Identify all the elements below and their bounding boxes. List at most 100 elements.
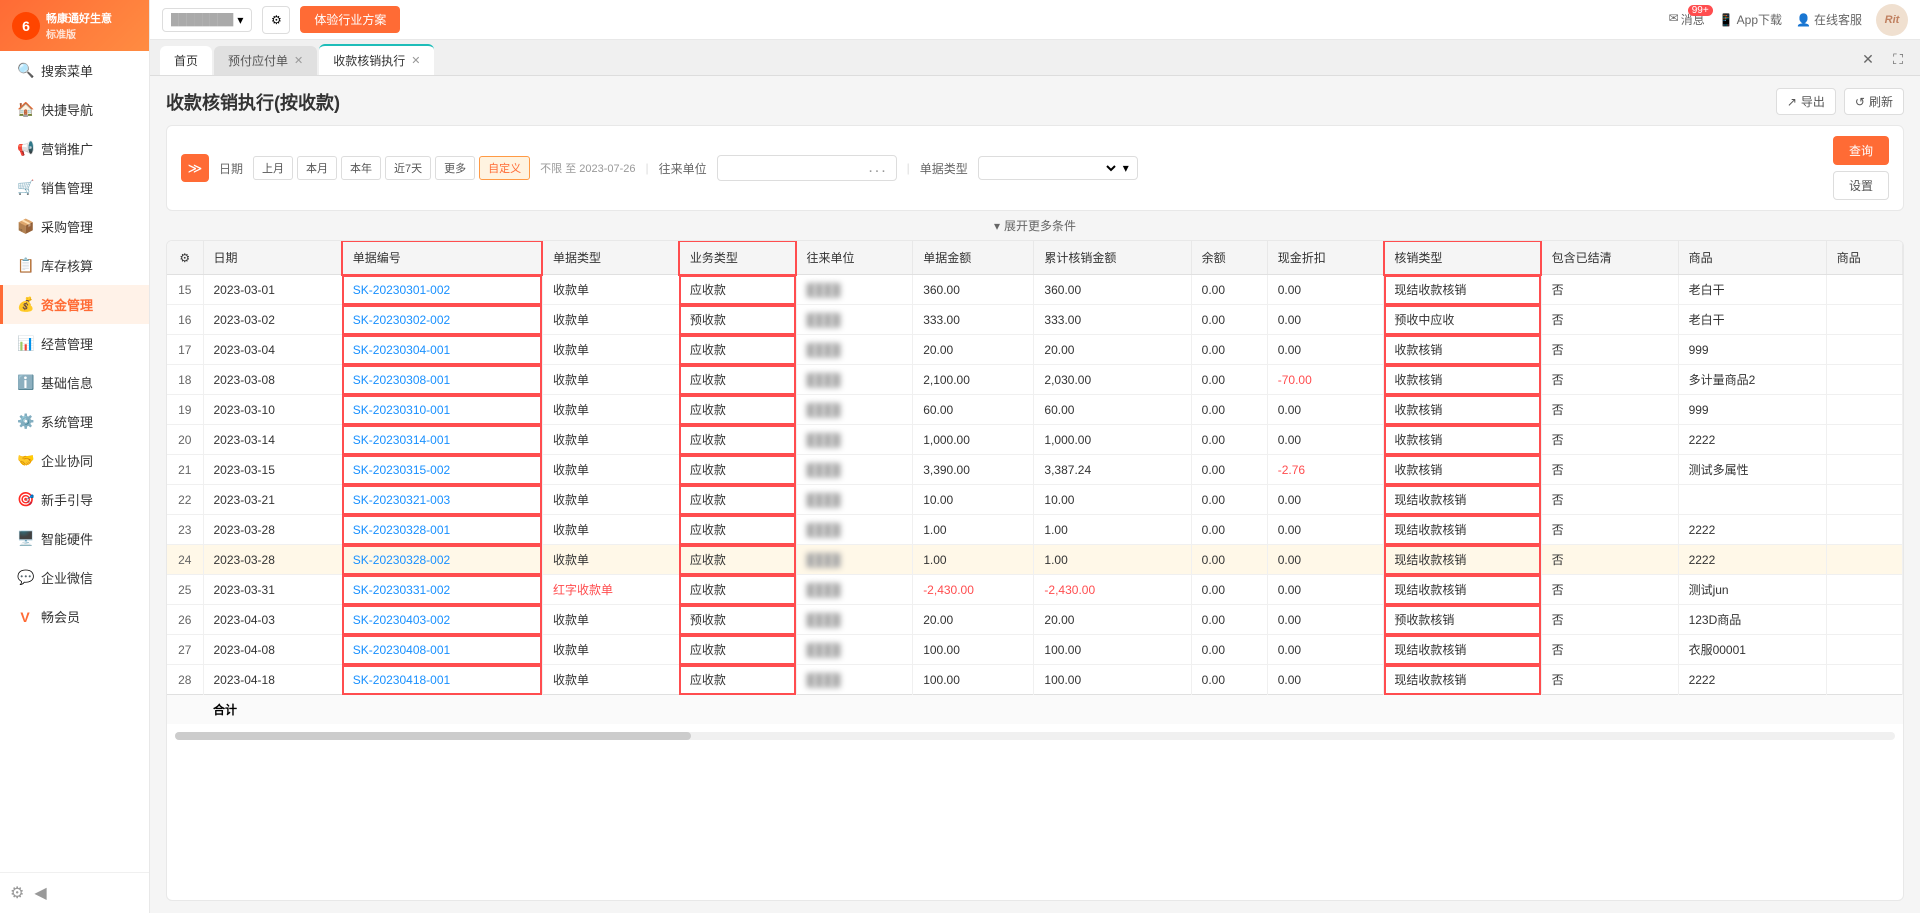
tab-prepay[interactable]: 预付应付单 ✕ — [214, 46, 317, 75]
sidebar-item-label: 销售管理 — [41, 178, 93, 197]
sidebar-item-operation[interactable]: 📊 经营管理 — [0, 324, 149, 363]
sidebar-item-sales[interactable]: 🛒 销售管理 — [0, 168, 149, 207]
sidebar-item-label: 智能硬件 — [41, 529, 93, 548]
cell-bill-no[interactable]: SK-20230301-002 — [342, 275, 542, 305]
sidebar-item-hardware[interactable]: 🖥️ 智能硬件 — [0, 519, 149, 558]
unit-select-dots[interactable]: ... — [868, 159, 887, 177]
cell-bill-no[interactable]: SK-20230314-001 — [342, 425, 542, 455]
messages-button[interactable]: ✉ 消息 99+ — [1669, 11, 1705, 28]
table-row[interactable]: 20 2023-03-14 SK-20230314-001 收款单 应收款 ██… — [167, 425, 1903, 455]
cell-bill-no[interactable]: SK-20230331-002 — [342, 575, 542, 605]
table-row[interactable]: 24 2023-03-28 SK-20230328-002 收款单 应收款 ██… — [167, 545, 1903, 575]
sidebar-item-marketing[interactable]: 📢 营销推广 — [0, 129, 149, 168]
sidebar-item-purchase[interactable]: 📦 采购管理 — [0, 207, 149, 246]
cell-bill-no[interactable]: SK-20230310-001 — [342, 395, 542, 425]
table-row[interactable]: 16 2023-03-02 SK-20230302-002 收款单 预收款 ██… — [167, 305, 1903, 335]
cell-bill-type: 收款单 — [542, 605, 679, 635]
date-7days[interactable]: 近7天 — [385, 156, 431, 180]
expand-more-button[interactable]: ▾ 展开更多条件 — [994, 217, 1076, 234]
cell-bill-no[interactable]: SK-20230321-003 — [342, 485, 542, 515]
cell-bill-no[interactable]: SK-20230418-001 — [342, 665, 542, 695]
footer-label: 合计 — [203, 695, 542, 725]
tab-prepay-close[interactable]: ✕ — [294, 54, 303, 67]
online-service-button[interactable]: 👤 在线客服 — [1796, 11, 1862, 28]
cell-bill-no[interactable]: SK-20230328-001 — [342, 515, 542, 545]
tab-verify-close[interactable]: ✕ — [411, 54, 420, 67]
sidebar-item-system[interactable]: ⚙️ 系统管理 — [0, 402, 149, 441]
table-row[interactable]: 18 2023-03-08 SK-20230308-001 收款单 应收款 ██… — [167, 365, 1903, 395]
col-settings-icon[interactable]: ⚙ — [179, 251, 190, 265]
date-range-text: 不限 至 2023-07-26 — [540, 160, 635, 176]
sidebar-item-finance[interactable]: 💰 资金管理 — [0, 285, 149, 324]
horizontal-scrollbar[interactable] — [175, 732, 1895, 740]
cell-biz-type: 预收款 — [679, 605, 796, 635]
table-row[interactable]: 27 2023-04-08 SK-20230408-001 收款单 应收款 ██… — [167, 635, 1903, 665]
tab-verify[interactable]: 收款核销执行 ✕ — [319, 44, 434, 75]
cell-bill-no[interactable]: SK-20230328-002 — [342, 545, 542, 575]
settings-button[interactable]: ⚙ — [262, 6, 290, 34]
cell-bill-no[interactable]: SK-20230308-001 — [342, 365, 542, 395]
sidebar-bottom: ⚙ ◀ — [0, 872, 149, 913]
date-last-month[interactable]: 上月 — [253, 156, 293, 180]
query-button[interactable]: 查询 — [1833, 136, 1889, 165]
date-this-year[interactable]: 本年 — [341, 156, 381, 180]
table-row[interactable]: 22 2023-03-21 SK-20230321-003 收款单 应收款 ██… — [167, 485, 1903, 515]
table-row[interactable]: 26 2023-04-03 SK-20230403-002 收款单 预收款 ██… — [167, 605, 1903, 635]
cell-unit: ████ — [796, 515, 913, 545]
user-avatar[interactable]: Rit — [1876, 4, 1908, 36]
sidebar-item-collab[interactable]: 🤝 企业协同 — [0, 441, 149, 480]
sidebar-item-search[interactable]: 🔍 搜索菜单 — [0, 51, 149, 90]
date-custom[interactable]: 自定义 — [479, 156, 530, 180]
sidebar-item-guide[interactable]: 🎯 新手引导 — [0, 480, 149, 519]
bill-type-select[interactable]: 收款单 红字收款单 — [987, 160, 1119, 176]
sidebar-item-nav[interactable]: 🏠 快捷导航 — [0, 90, 149, 129]
sidebar-item-member[interactable]: V 畅会员 — [0, 597, 149, 636]
cell-accum: 100.00 — [1034, 665, 1191, 695]
cell-discount: 0.00 — [1267, 485, 1384, 515]
cell-verify-type: 现结收款核销 — [1384, 545, 1541, 575]
refresh-button[interactable]: ↺ 刷新 — [1844, 88, 1904, 115]
app-download-button[interactable]: 📱 App下载 — [1719, 11, 1782, 28]
col-amount: 单据金额 — [913, 241, 1034, 275]
tab-home[interactable]: 首页 — [160, 46, 212, 75]
sidebar-item-base-info[interactable]: ℹ️ 基础信息 — [0, 363, 149, 402]
cell-bill-no[interactable]: SK-20230403-002 — [342, 605, 542, 635]
cell-product1: 老白干 — [1678, 275, 1826, 305]
scroll-thumb[interactable] — [175, 732, 691, 740]
table-row[interactable]: 23 2023-03-28 SK-20230328-001 收款单 应收款 ██… — [167, 515, 1903, 545]
filter-settings-button[interactable]: 设置 — [1833, 171, 1889, 200]
cell-bill-no[interactable]: SK-20230315-002 — [342, 455, 542, 485]
cell-bill-no[interactable]: SK-20230408-001 — [342, 635, 542, 665]
cell-unit: ████ — [796, 365, 913, 395]
solution-button[interactable]: 体验行业方案 — [300, 6, 400, 33]
cell-bill-type: 红字收款单 — [542, 575, 679, 605]
table-row[interactable]: 17 2023-03-04 SK-20230304-001 收款单 应收款 ██… — [167, 335, 1903, 365]
filter-expand-button[interactable]: ≫ — [181, 154, 209, 182]
sidebar-item-wechat[interactable]: 💬 企业微信 — [0, 558, 149, 597]
search-icon: 🔍 — [17, 62, 33, 79]
date-more[interactable]: 更多 — [435, 156, 475, 180]
table-row[interactable]: 25 2023-03-31 SK-20230331-002 红字收款单 应收款 … — [167, 575, 1903, 605]
cell-included: 否 — [1541, 665, 1678, 695]
cell-date: 2023-03-01 — [203, 275, 342, 305]
table-row[interactable]: 21 2023-03-15 SK-20230315-002 收款单 应收款 ██… — [167, 455, 1903, 485]
phone-icon: 📱 — [1719, 13, 1734, 27]
tab-close-all-button[interactable]: ✕ — [1856, 47, 1880, 71]
cell-bill-no[interactable]: SK-20230304-001 — [342, 335, 542, 365]
settings-icon[interactable]: ⚙ — [10, 883, 24, 903]
col-settings[interactable]: ⚙ — [167, 241, 203, 275]
date-this-month[interactable]: 本月 — [297, 156, 337, 180]
cell-bill-no[interactable]: SK-20230302-002 — [342, 305, 542, 335]
tab-expand-button[interactable]: ⛶ — [1886, 47, 1910, 71]
table-row[interactable]: 15 2023-03-01 SK-20230301-002 收款单 应收款 ██… — [167, 275, 1903, 305]
table-row[interactable]: 28 2023-04-18 SK-20230418-001 收款单 应收款 ██… — [167, 665, 1903, 695]
unit-input[interactable] — [726, 161, 865, 175]
sidebar-item-label: 基础信息 — [41, 373, 93, 392]
table-row[interactable]: 19 2023-03-10 SK-20230310-001 收款单 应收款 ██… — [167, 395, 1903, 425]
gear-icon: ⚙ — [271, 13, 282, 27]
sidebar-item-inventory[interactable]: 📋 库存核算 — [0, 246, 149, 285]
cell-bill-type: 收款单 — [542, 515, 679, 545]
workspace-dropdown[interactable]: ████████ ▾ — [162, 8, 252, 32]
collapse-icon[interactable]: ◀ — [34, 883, 46, 903]
export-button[interactable]: ↗ 导出 — [1776, 88, 1836, 115]
